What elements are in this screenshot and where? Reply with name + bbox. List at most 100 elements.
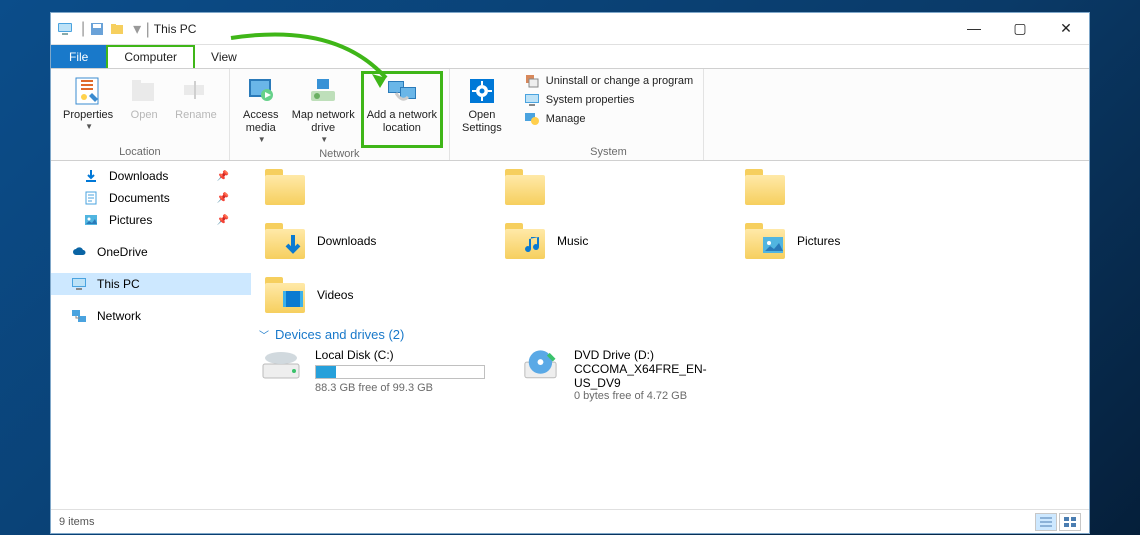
main-area: Downloads 📌 Documents 📌 Pictures 📌 OneDr… — [51, 161, 1089, 509]
drive-name: DVD Drive (D:) — [574, 348, 749, 362]
system-properties-label: System properties — [546, 94, 635, 106]
chevron-down-icon: ▼ — [320, 135, 328, 144]
access-media-label: Access media — [243, 109, 278, 135]
folder-quick-icon[interactable] — [109, 21, 125, 37]
drives-section-header[interactable]: ﹀ Devices and drives (2) — [259, 327, 1081, 342]
open-label: Open — [131, 109, 158, 122]
chevron-down-icon: ▼ — [85, 122, 93, 131]
titlebar-sep: | — [81, 20, 85, 38]
chevron-down-icon: ▼ — [258, 135, 266, 144]
access-media-button[interactable]: Access media ▼ — [236, 71, 286, 148]
close-button[interactable]: ✕ — [1043, 13, 1089, 43]
dvd-icon — [519, 348, 562, 384]
pin-icon: 📌 — [217, 171, 229, 182]
maximize-button[interactable]: ▢ — [997, 13, 1043, 43]
picture-icon — [83, 212, 99, 228]
tab-view[interactable]: View — [195, 45, 253, 68]
view-large-button[interactable] — [1059, 513, 1081, 531]
music-note-icon — [521, 233, 545, 257]
folder-icon — [263, 221, 307, 261]
open-settings-label: Open Settings — [462, 109, 502, 135]
ribbon-group-network: Access media ▼ Map network drive ▼ Add a… — [230, 69, 450, 160]
nav-downloads[interactable]: Downloads 📌 — [51, 165, 251, 187]
folder-icon — [263, 275, 307, 315]
uninstall-label: Uninstall or change a program — [546, 75, 693, 87]
monitor-icon — [524, 92, 540, 108]
map-drive-icon — [307, 75, 339, 107]
folder-music[interactable]: Music — [499, 219, 739, 263]
pin-icon: 📌 — [217, 193, 229, 204]
ribbon: Properties ▼ Open Rename Location Acc — [51, 69, 1089, 161]
open-button: Open — [119, 71, 169, 146]
nav-onedrive[interactable]: OneDrive — [51, 241, 251, 263]
cloud-icon — [71, 244, 87, 260]
details-view-icon — [1040, 517, 1052, 527]
group-label-network: Network — [319, 148, 359, 162]
titlebar-sep2: ▾ | — [133, 19, 150, 39]
document-icon — [83, 190, 99, 206]
folder-icon — [503, 221, 547, 261]
manage-icon — [524, 111, 540, 127]
add-network-location-button[interactable]: Add a network location — [361, 71, 443, 148]
nav-pictures-label: Pictures — [109, 213, 152, 227]
nav-documents-label: Documents — [109, 191, 170, 205]
drive-free-label: 88.3 GB free of 99.3 GB — [315, 382, 485, 394]
nav-thispc-label: This PC — [97, 277, 140, 291]
thispc-icon — [57, 21, 73, 37]
gear-icon — [466, 75, 498, 107]
content-pane: Downloads Music Pictures — [251, 161, 1089, 509]
tab-computer[interactable]: Computer — [106, 45, 195, 68]
nav-pane: Downloads 📌 Documents 📌 Pictures 📌 OneDr… — [51, 161, 251, 509]
folder-partial[interactable] — [499, 165, 739, 209]
save-quick-icon[interactable] — [89, 21, 105, 37]
folder-icon — [743, 167, 787, 207]
folder-icon — [743, 221, 787, 261]
explorer-window: | ▾ | This PC — ▢ ✕ File Computer View ➤… — [50, 12, 1090, 534]
drive-local-c[interactable]: Local Disk (C:) 88.3 GB free of 99.3 GB — [259, 348, 489, 402]
folder-downloads[interactable]: Downloads — [259, 219, 499, 263]
nav-network[interactable]: Network — [51, 305, 251, 327]
download-arrow-icon — [281, 233, 305, 257]
folder-icon — [503, 167, 547, 207]
add-network-label: Add a network location — [367, 109, 437, 135]
large-view-icon — [1064, 517, 1076, 527]
folder-partial[interactable] — [739, 165, 979, 209]
properties-button[interactable]: Properties ▼ — [57, 71, 119, 146]
status-bar: 9 items — [51, 509, 1089, 533]
drive-dvd-d[interactable]: DVD Drive (D:) CCCOMA_X64FRE_EN-US_DV9 0… — [519, 348, 749, 402]
drive-name: Local Disk (C:) — [315, 348, 485, 362]
minimize-button[interactable]: — — [951, 13, 997, 43]
folder-label: Music — [557, 234, 588, 248]
add-network-icon — [386, 75, 418, 107]
ribbon-open-settings: Open Settings — [450, 69, 514, 160]
drives-header-label: Devices and drives (2) — [275, 327, 404, 342]
ribbon-group-location: Properties ▼ Open Rename Location — [51, 69, 230, 160]
nav-thispc[interactable]: This PC — [51, 273, 251, 295]
manage-label: Manage — [546, 113, 586, 125]
folder-pictures[interactable]: Pictures — [739, 219, 979, 263]
open-settings-button[interactable]: Open Settings — [456, 71, 508, 146]
chevron-down-icon: ﹀ — [259, 327, 269, 342]
folder-partial[interactable] — [259, 165, 499, 209]
ribbon-group-system: Uninstall or change a program System pro… — [514, 69, 704, 160]
map-drive-label: Map network drive — [292, 109, 355, 135]
nav-documents[interactable]: Documents 📌 — [51, 187, 251, 209]
title-bar: | ▾ | This PC — ▢ ✕ — [51, 13, 1089, 45]
properties-label: Properties — [63, 109, 113, 122]
drive-volume-label: CCCOMA_X64FRE_EN-US_DV9 — [574, 362, 749, 390]
group-label-location: Location — [119, 146, 161, 160]
nav-pictures[interactable]: Pictures 📌 — [51, 209, 251, 231]
folder-videos[interactable]: Videos — [259, 273, 499, 317]
uninstall-icon — [524, 73, 540, 89]
properties-icon — [72, 75, 104, 107]
open-icon — [128, 75, 160, 107]
view-details-button[interactable] — [1035, 513, 1057, 531]
manage-button[interactable]: Manage — [524, 111, 693, 127]
tab-file[interactable]: File — [51, 45, 106, 68]
system-properties-button[interactable]: System properties — [524, 92, 693, 108]
uninstall-button[interactable]: Uninstall or change a program — [524, 73, 693, 89]
rename-icon — [180, 75, 212, 107]
map-network-drive-button[interactable]: Map network drive ▼ — [286, 71, 361, 148]
drive-usage-bar — [315, 365, 485, 379]
disk-icon — [259, 348, 303, 384]
